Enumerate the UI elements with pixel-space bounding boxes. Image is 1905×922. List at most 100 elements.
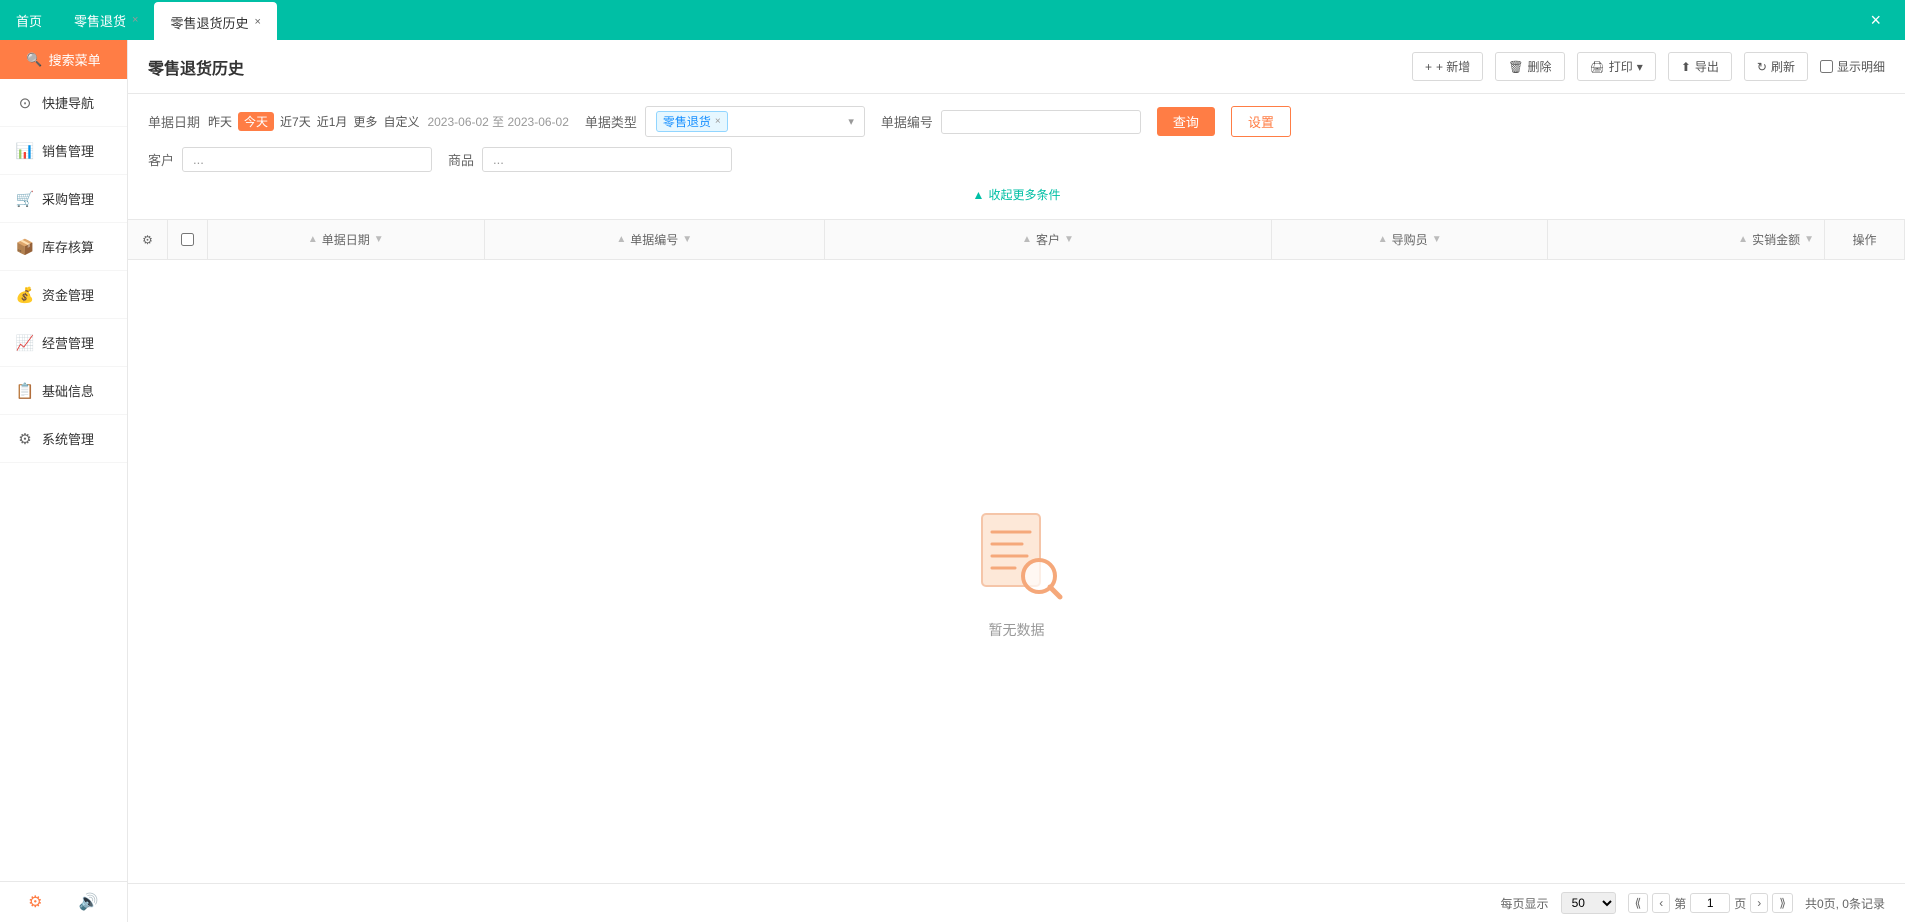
date-opt-more[interactable]: 更多: [353, 113, 377, 130]
goods-ellipsis: ...: [493, 152, 504, 167]
date-opt-custom[interactable]: 自定义: [383, 113, 419, 130]
add-label: + 新增: [1436, 58, 1470, 75]
sidebar-item-sys-mgmt[interactable]: ⚙ 系统管理: [0, 415, 127, 463]
sort-up-icon-guide: ▲: [1378, 234, 1388, 245]
customer-ellipsis: ...: [193, 152, 204, 167]
th-op: 操作: [1825, 220, 1905, 259]
date-opt-week[interactable]: 近7天: [280, 113, 311, 130]
sidebar-settings-button[interactable]: ⚙: [28, 892, 42, 912]
th-amount-label: 实销金额: [1752, 231, 1800, 248]
th-date[interactable]: ▲ 单据日期 ▼: [208, 220, 485, 259]
th-customer-label: 客户: [1036, 231, 1060, 248]
delete-button[interactable]: 🗑 删除: [1495, 52, 1564, 81]
toolbar: + + 新增 🗑 删除 🖨 打印 ▾ ⬆ 导出 ↻: [1412, 52, 1885, 81]
tab-retail-return-history-label: 零售退货历史: [170, 13, 248, 32]
next-page-button[interactable]: ›: [1750, 893, 1768, 913]
settings-col-icon: ⚙: [142, 233, 153, 247]
table-area: ⚙ ▲ 单据日期 ▼ ▲ 单据编号 ▼ ▲ 客户 ▼: [128, 220, 1905, 883]
empty-illustration: [967, 504, 1067, 604]
select-all-checkbox[interactable]: [181, 233, 194, 246]
page-title: 零售退货历史: [148, 55, 244, 79]
bill-type-label: 单据类型: [585, 112, 637, 131]
first-page-button[interactable]: ⟪: [1628, 893, 1649, 913]
sidebar-item-operation[interactable]: 📈 经营管理: [0, 319, 127, 367]
tab-retail-return-close[interactable]: ×: [132, 14, 138, 26]
date-opt-today[interactable]: 今天: [238, 112, 274, 131]
display-toggle[interactable]: 显示明细: [1820, 58, 1885, 75]
sidebar-item-basic-info[interactable]: 📋 基础信息: [0, 367, 127, 415]
last-page-button[interactable]: ⟫: [1772, 893, 1793, 913]
goods-select[interactable]: ...: [482, 147, 732, 172]
bill-no-input[interactable]: [941, 110, 1141, 134]
tab-retail-return[interactable]: 零售退货 ×: [58, 0, 154, 40]
per-page-label: 每页显示: [1501, 895, 1549, 912]
th-checkbox[interactable]: [168, 220, 208, 259]
sidebar-search[interactable]: 🔍 搜索菜单: [0, 40, 127, 79]
tab-bar: 首页 零售退货 × 零售退货历史 ×: [0, 0, 1862, 40]
sidebar-item-quick-nav-label: 快捷导航: [42, 93, 94, 112]
th-guide[interactable]: ▲ 导购员 ▼: [1272, 220, 1549, 259]
th-amount[interactable]: ▲ 实销金额 ▼: [1548, 220, 1825, 259]
date-filter-label: 单据日期: [148, 112, 200, 131]
date-range-display: 2023-06-02 至 2023-06-02: [427, 113, 568, 130]
sidebar-item-quick-nav[interactable]: ⊙ 快捷导航: [0, 79, 127, 127]
sys-icon: ⚙: [16, 430, 34, 448]
prev-page-button[interactable]: ‹: [1652, 893, 1670, 913]
page-word-label: 第: [1674, 895, 1686, 912]
window-close-button[interactable]: ×: [1862, 10, 1889, 31]
sidebar-audio-button[interactable]: 🔊: [79, 892, 99, 912]
sidebar-item-sales-label: 销售管理: [42, 141, 94, 160]
page-number-input[interactable]: [1690, 893, 1730, 913]
filter-row-2: 客户 ... 商品 ...: [148, 147, 1885, 172]
basic-info-icon: 📋: [16, 382, 34, 400]
filter-date: 单据日期 昨天 今天 近7天 近1月 更多 自定义 2023-06-02 至 2…: [148, 112, 569, 131]
bill-type-select[interactable]: 零售退货 × ▾: [645, 106, 865, 137]
delete-icon: 🗑: [1508, 60, 1523, 74]
sidebar-item-purchase-mgmt[interactable]: 🛒 采购管理: [0, 175, 127, 223]
sidebar-item-sales-mgmt[interactable]: 📊 销售管理: [0, 127, 127, 175]
date-opt-yesterday[interactable]: 昨天: [208, 113, 232, 130]
page-nav: ⟪ ‹ 第 页 › ⟫: [1628, 893, 1793, 913]
customer-select[interactable]: ...: [182, 147, 432, 172]
filter-row-1: 单据日期 昨天 今天 近7天 近1月 更多 自定义 2023-06-02 至 2…: [148, 106, 1885, 137]
inventory-icon: 📦: [16, 238, 34, 256]
th-guide-label: 导购员: [1392, 231, 1428, 248]
collapse-button[interactable]: ▲ 收起更多条件: [961, 182, 1073, 207]
sidebar-menu: ⊙ 快捷导航 📊 销售管理 🛒 采购管理 📦 库存核算 💰 资金管理 📈: [0, 79, 127, 881]
th-customer[interactable]: ▲ 客户 ▼: [825, 220, 1272, 259]
per-page-select[interactable]: 50 10 20 100: [1561, 892, 1616, 914]
pagination-bar: 每页显示 50 10 20 100 ⟪ ‹ 第 页 › ⟫ 共0页, 0条记录: [128, 883, 1905, 922]
refresh-label: 刷新: [1771, 58, 1795, 75]
tab-retail-return-history[interactable]: 零售退货历史 ×: [154, 2, 276, 42]
refresh-button[interactable]: ↻ 刷新: [1744, 52, 1808, 81]
top-bar: 首页 零售退货 × 零售退货历史 × ×: [0, 0, 1905, 40]
th-billno[interactable]: ▲ 单据编号 ▼: [485, 220, 825, 259]
empty-state: 暂无数据: [128, 260, 1905, 883]
display-toggle-checkbox[interactable]: [1820, 60, 1833, 73]
collapse-label: 收起更多条件: [988, 186, 1060, 203]
filter-area: 单据日期 昨天 今天 近7天 近1月 更多 自定义 2023-06-02 至 2…: [128, 94, 1905, 220]
query-button[interactable]: 查询: [1157, 107, 1215, 136]
setting-button[interactable]: 设置: [1231, 106, 1291, 137]
collapse-up-icon: ▲: [973, 188, 985, 202]
tab-home[interactable]: 首页: [0, 0, 58, 40]
goods-label: 商品: [448, 150, 474, 169]
display-toggle-label: 显示明细: [1837, 58, 1885, 75]
tab-retail-return-history-close[interactable]: ×: [254, 16, 260, 28]
sidebar-item-inventory[interactable]: 📦 库存核算: [0, 223, 127, 271]
th-date-label: 单据日期: [322, 231, 370, 248]
sort-down-icon-customer: ▼: [1064, 234, 1074, 245]
export-button[interactable]: ⬆ 导出: [1668, 52, 1732, 81]
page-header: 零售退货历史 + + 新增 🗑 删除 🖨 打印 ▾ ⬆ 导出: [128, 40, 1905, 94]
bill-type-tag-close[interactable]: ×: [715, 116, 721, 127]
date-options: 昨天 今天 近7天 近1月 更多 自定义: [208, 112, 419, 131]
filter-bill-no: 单据编号: [881, 110, 1141, 134]
sidebar-item-finance[interactable]: 💰 资金管理: [0, 271, 127, 319]
filter-bill-type: 单据类型 零售退货 × ▾: [585, 106, 865, 137]
add-button[interactable]: + + 新增: [1412, 52, 1483, 81]
tab-retail-return-label: 零售退货: [74, 11, 126, 30]
date-opt-month[interactable]: 近1月: [317, 113, 348, 130]
print-button[interactable]: 🖨 打印 ▾: [1577, 52, 1656, 81]
th-settings[interactable]: ⚙: [128, 220, 168, 259]
empty-icon: [967, 504, 1067, 604]
